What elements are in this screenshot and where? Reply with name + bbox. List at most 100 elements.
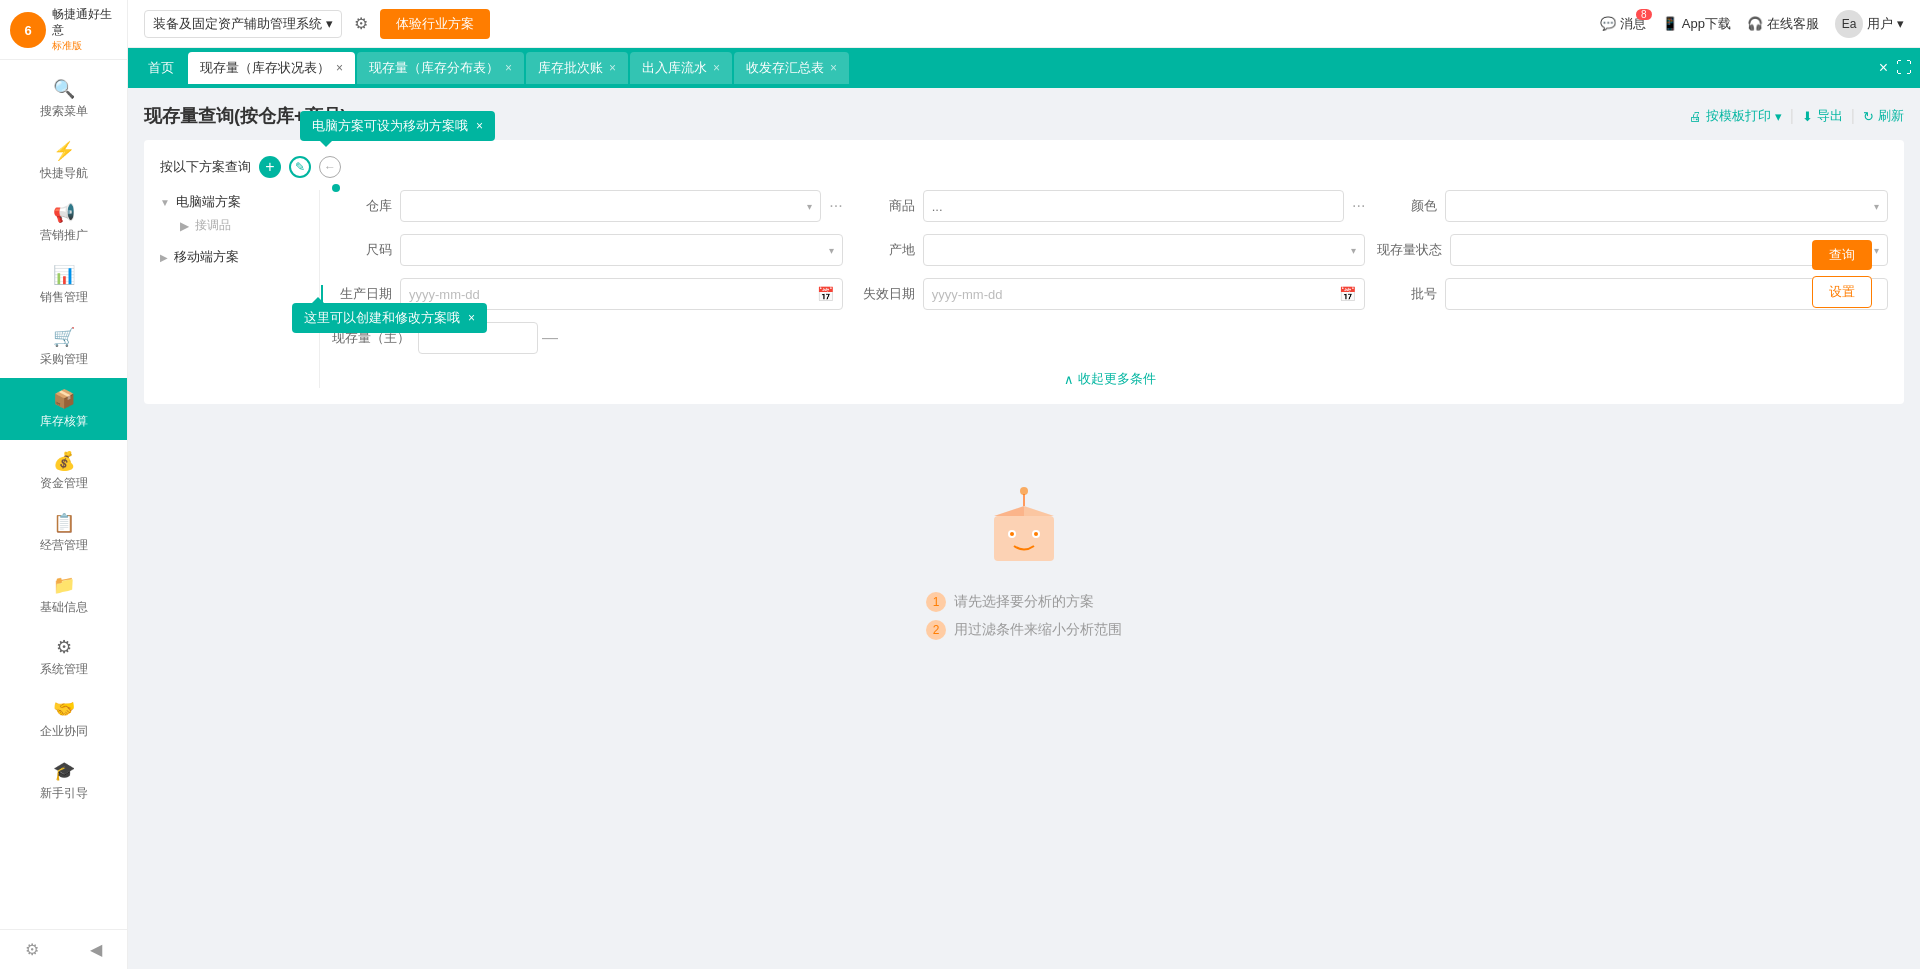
basic-info-icon: 📁	[53, 574, 75, 596]
svg-text:6: 6	[24, 23, 31, 38]
system-selector[interactable]: 装备及固定资产辅助管理系统 ▾	[144, 10, 342, 38]
search-button[interactable]: 查询	[1812, 240, 1872, 270]
mobile-icon: 📱	[1662, 16, 1678, 31]
close-all-tabs-button[interactable]: ×	[1879, 59, 1888, 77]
desktop-scheme-group[interactable]: ▼ 电脑端方案	[160, 190, 307, 214]
tabs-actions: × ⛶	[1879, 59, 1912, 77]
export-icon: ⬇	[1802, 109, 1813, 124]
tab-home[interactable]: 首页	[136, 52, 186, 84]
filter-field-product: 商品 ···	[855, 190, 1366, 222]
filter-row-4: 现存量（主） —	[332, 322, 1888, 354]
product-more-icon[interactable]: ···	[1352, 197, 1365, 215]
tab-stock-status[interactable]: 现存量（库存状况表） ×	[188, 52, 355, 84]
finance-icon: 💰	[53, 450, 75, 472]
sidebar-item-enterprise[interactable]: 🤝 企业协同	[0, 688, 127, 750]
page-content: 现存量查询(按仓库+商品) 🖨 按模板打印 ▾ | ⬇ 导出 | ↻ 刷新	[128, 88, 1920, 969]
filter-section: 按以下方案查询 + ✎ ← 电脑方案可设为移动方案哦 ×	[144, 140, 1904, 404]
notification-badge: 8	[1636, 9, 1652, 20]
sidebar-item-search[interactable]: 🔍 搜索菜单	[0, 68, 127, 130]
filter-row-3: 生产日期 yyyy-mm-dd 📅 失效日期 yyyy-mm-dd 📅	[332, 278, 1888, 310]
print-dropdown-icon: ▾	[1775, 109, 1782, 124]
sidebar-item-operations[interactable]: 📋 经营管理	[0, 502, 127, 564]
system-title: 装备及固定资产辅助管理系统	[153, 15, 322, 33]
tab-close-stock-dist[interactable]: ×	[505, 61, 512, 75]
product-input[interactable]	[923, 190, 1344, 222]
collapse-conditions-button[interactable]: ∧ 收起更多条件	[332, 362, 1888, 388]
refresh-button[interactable]: ↻ 刷新	[1863, 107, 1904, 125]
tab-close-batch-ledger[interactable]: ×	[609, 61, 616, 75]
header-left: 装备及固定资产辅助管理系统 ▾ ⚙ 体验行业方案	[144, 9, 490, 39]
dropdown-arrow-icon: ▾	[326, 16, 333, 31]
expiry-date-start[interactable]: yyyy-mm-dd 📅	[923, 278, 1366, 310]
header-settings-icon[interactable]: ⚙	[354, 14, 368, 33]
svg-marker-3	[994, 506, 1024, 516]
tab-batch-ledger[interactable]: 库存批次账 ×	[526, 52, 628, 84]
edit-scheme-button[interactable]: ✎	[289, 156, 311, 178]
receipt-summary-tab-label: 收发存汇总表	[746, 59, 824, 77]
sidebar-item-quick-nav[interactable]: ⚡ 快捷导航	[0, 130, 127, 192]
left-arrow-icon: ←	[324, 160, 336, 174]
refresh-icon: ↻	[1863, 109, 1874, 124]
notification-button[interactable]: 💬 消息 8	[1600, 15, 1646, 33]
color-select[interactable]: ▾	[1445, 190, 1888, 222]
tab-inout-flow[interactable]: 出入库流水 ×	[630, 52, 732, 84]
sidebar-item-marketing[interactable]: 📢 营销推广	[0, 192, 127, 254]
try-button[interactable]: 体验行业方案	[380, 9, 490, 39]
tab-receipt-summary[interactable]: 收发存汇总表 ×	[734, 52, 849, 84]
sidebar-bottom: ⚙ ◀	[0, 929, 127, 969]
app-download-button[interactable]: 📱 App下载	[1662, 15, 1731, 33]
system-icon: ⚙	[56, 636, 72, 658]
batch-label: 批号	[1377, 285, 1437, 303]
tab-close-inout-flow[interactable]: ×	[713, 61, 720, 75]
settings-bottom-icon[interactable]: ⚙	[25, 940, 39, 959]
nav-left-button[interactable]: ←	[319, 156, 341, 178]
printer-icon: 🖨	[1689, 109, 1702, 124]
warehouse-select[interactable]: ▾	[400, 190, 821, 222]
sidebar-item-purchase[interactable]: 🛒 采购管理	[0, 316, 127, 378]
reset-button[interactable]: 设置	[1812, 276, 1872, 308]
sidebar-item-basic-info[interactable]: 📁 基础信息	[0, 564, 127, 626]
tooltip1-close[interactable]: ×	[476, 119, 483, 133]
warehouse-dropdown-icon: ▾	[807, 201, 812, 212]
inout-flow-tab-label: 出入库流水	[642, 59, 707, 77]
chevron-up-icon: ∧	[1064, 372, 1074, 387]
page-actions: 🖨 按模板打印 ▾ | ⬇ 导出 | ↻ 刷新	[1689, 107, 1904, 125]
logo: 6 畅捷通好生意 标准版	[0, 0, 127, 60]
filter-header: 按以下方案查询 + ✎ ← 电脑方案可设为移动方案哦 ×	[160, 156, 1888, 178]
add-scheme-button[interactable]: +	[259, 156, 281, 178]
marketing-icon: 📢	[53, 202, 75, 224]
headset-icon: 🎧	[1747, 16, 1763, 31]
tab-close-stock-status[interactable]: ×	[336, 61, 343, 75]
size-select[interactable]: ▾	[400, 234, 843, 266]
sidebar-item-finance[interactable]: 💰 资金管理	[0, 440, 127, 502]
maximize-button[interactable]: ⛶	[1896, 59, 1912, 77]
sidebar-item-guide[interactable]: 🎓 新手引导	[0, 750, 127, 812]
empty-illustration	[974, 476, 1074, 576]
origin-select[interactable]: ▾	[923, 234, 1366, 266]
quick-nav-icon: ⚡	[53, 140, 75, 162]
sidebar-item-inventory[interactable]: 📦 库存核算	[0, 378, 127, 440]
sales-icon: 📊	[53, 264, 75, 286]
user-menu-button[interactable]: Ea 用户 ▾	[1835, 10, 1904, 38]
sidebar-item-sales[interactable]: 📊 销售管理	[0, 254, 127, 316]
online-service-button[interactable]: 🎧 在线客服	[1747, 15, 1819, 33]
tab-stock-dist[interactable]: 现存量（库存分布表） ×	[357, 52, 524, 84]
filter-field-expiry-date: 失效日期 yyyy-mm-dd 📅	[855, 278, 1366, 310]
collapse-sidebar-icon[interactable]: ◀	[90, 940, 102, 959]
header-right: 💬 消息 8 📱 App下载 🎧 在线客服 Ea 用户 ▾	[1600, 10, 1904, 38]
scheme-panel: ▼ 电脑端方案 ▶ 接调品 ▶ 移动端方案	[160, 190, 320, 388]
main-content: 装备及固定资产辅助管理系统 ▾ ⚙ 体验行业方案 💬 消息 8 📱 App下载 …	[128, 0, 1920, 969]
sidebar-item-system[interactable]: ⚙ 系统管理	[0, 626, 127, 688]
mobile-scheme-group[interactable]: ▶ 移动端方案	[160, 245, 307, 269]
plus-icon: +	[265, 158, 274, 176]
tab-close-receipt-summary[interactable]: ×	[830, 61, 837, 75]
scheme-item-pickup[interactable]: ▶ 接调品	[160, 214, 307, 237]
print-button[interactable]: 🖨 按模板打印 ▾	[1689, 107, 1782, 125]
tooltip2-close[interactable]: ×	[468, 311, 475, 325]
item-icon: ▶	[180, 219, 189, 233]
tabs-bar: 首页 现存量（库存状况表） × 现存量（库存分布表） × 库存批次账 × 出入库…	[128, 48, 1920, 88]
export-button[interactable]: ⬇ 导出	[1802, 107, 1843, 125]
warehouse-more-icon[interactable]: ···	[829, 197, 842, 215]
filter-field-size: 尺码 ▾	[332, 234, 843, 266]
home-tab-label: 首页	[148, 59, 174, 77]
